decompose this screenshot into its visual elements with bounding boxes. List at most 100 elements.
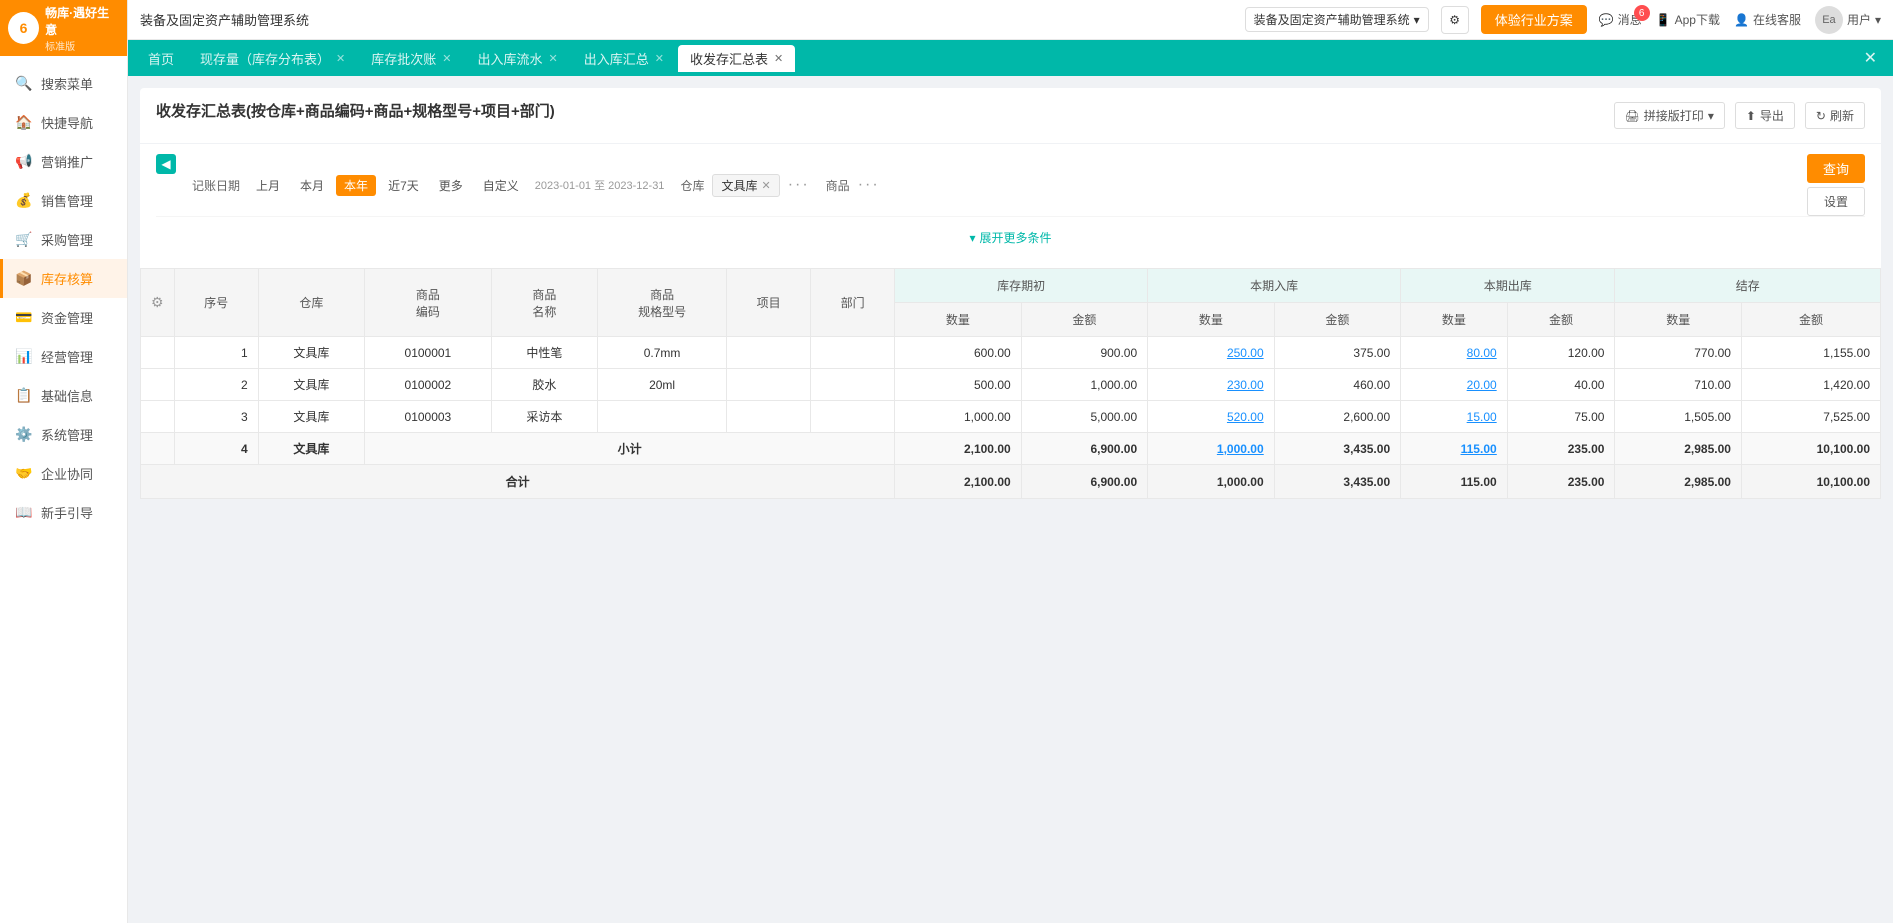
row-goods: 胶水 bbox=[491, 369, 598, 401]
print-btn[interactable]: 🖨 拼接版打印 ▾ bbox=[1614, 102, 1725, 129]
tab-inout-summary[interactable]: 出入库汇总✕ bbox=[572, 45, 676, 72]
total-label: 合计 bbox=[141, 465, 895, 499]
refresh-btn[interactable]: ↻ 刷新 bbox=[1805, 102, 1865, 129]
date-btn-7days[interactable]: 近7天 bbox=[380, 175, 427, 196]
date-filter: 记账日期 上月 本月 本年 近7天 更多 自定义 2023-01-01 至 20… bbox=[192, 175, 664, 196]
sidebar-item-system[interactable]: ⚙️系统管理 bbox=[0, 415, 127, 454]
sidebar-item-enterprise[interactable]: 🤝企业协同 bbox=[0, 454, 127, 493]
tab-close-icon[interactable]: ✕ bbox=[549, 52, 558, 65]
sidebar-item-search[interactable]: 🔍搜索菜单 bbox=[0, 64, 127, 103]
settings-button[interactable]: 设置 bbox=[1807, 187, 1865, 216]
row-in-qty[interactable]: 520.00 bbox=[1148, 401, 1274, 433]
total-out-qty: 115.00 bbox=[1401, 465, 1508, 499]
app-download-btn[interactable]: 📱 App下载 bbox=[1656, 11, 1720, 28]
date-range: 2023-01-01 至 2023-12-31 bbox=[535, 177, 665, 193]
col-group-out: 本期出库 bbox=[1401, 269, 1615, 303]
goods-more[interactable]: ··· bbox=[858, 176, 880, 194]
goods-label: 商品 bbox=[826, 177, 850, 194]
sidebar-item-inventory[interactable]: 📦库存核算 bbox=[0, 259, 127, 298]
messages-btn[interactable]: 💬 消息 6 bbox=[1599, 11, 1642, 28]
system-name: 装备及固定资产辅助管理系统 bbox=[140, 10, 1233, 29]
export-label: 导出 bbox=[1760, 107, 1784, 124]
settings-button[interactable]: ⚙ bbox=[1441, 6, 1469, 34]
row-in-amt: 460.00 bbox=[1274, 369, 1400, 401]
row-spec bbox=[598, 401, 727, 433]
chevron-down-icon: ▾ bbox=[1414, 13, 1420, 27]
table-col-settings[interactable]: ⚙ bbox=[141, 269, 175, 337]
online-service-btn[interactable]: 👤 在线客服 bbox=[1734, 11, 1801, 28]
tab-close-icon[interactable]: ✕ bbox=[655, 52, 664, 65]
row-out-qty[interactable]: 15.00 bbox=[1401, 401, 1508, 433]
sidebar-item-marketing[interactable]: 📢营销推广 bbox=[0, 142, 127, 181]
row-bal-amt: 1,420.00 bbox=[1741, 369, 1880, 401]
tab-close-icon[interactable]: ✕ bbox=[774, 52, 783, 65]
system-selector[interactable]: 装备及固定资产辅助管理系统 ▾ bbox=[1245, 7, 1429, 32]
subtotal-no: 4 bbox=[174, 433, 258, 465]
row-out-qty[interactable]: 20.00 bbox=[1401, 369, 1508, 401]
row-in-qty[interactable]: 230.00 bbox=[1148, 369, 1274, 401]
warehouse-tag-close[interactable]: ✕ bbox=[761, 179, 770, 192]
subtotal-label: 小计 bbox=[365, 433, 895, 465]
subtotal-in-qty[interactable]: 1,000.00 bbox=[1148, 433, 1274, 465]
sidebar-item-guide[interactable]: 📖 新手引导 bbox=[0, 493, 127, 532]
warehouse-more[interactable]: ··· bbox=[788, 176, 810, 194]
close-all-tabs[interactable]: ✕ bbox=[1856, 44, 1885, 72]
sidebar-item-purchase[interactable]: 🛒采购管理 bbox=[0, 220, 127, 259]
tab-stock-dist[interactable]: 现存量（库存分布表）✕ bbox=[188, 45, 357, 72]
col-code: 商品编码 bbox=[365, 269, 491, 337]
service-icon: 👤 bbox=[1734, 13, 1749, 27]
sidebar-item-quick-nav[interactable]: 🏠快捷导航 bbox=[0, 103, 127, 142]
row-spec: 0.7mm bbox=[598, 337, 727, 369]
sidebar-item-operation[interactable]: 📊经营管理 bbox=[0, 337, 127, 376]
total-bal-amt: 10,100.00 bbox=[1741, 465, 1880, 499]
date-btn-last-month[interactable]: 上月 bbox=[248, 175, 288, 196]
subtotal-open-amt: 6,900.00 bbox=[1021, 433, 1147, 465]
avatar-text: Ea bbox=[1822, 14, 1835, 26]
row-in-amt: 2,600.00 bbox=[1274, 401, 1400, 433]
filter-toggle[interactable]: ◀ bbox=[156, 154, 176, 174]
tab-close-icon[interactable]: ✕ bbox=[336, 52, 345, 65]
row-in-qty[interactable]: 250.00 bbox=[1148, 337, 1274, 369]
content-area: 收发存汇总表(按仓库+商品编码+商品+规格型号+项目+部门) 🖨 拼接版打印 ▾… bbox=[128, 76, 1893, 923]
date-btns: 上月 本月 本年 近7天 更多 自定义 bbox=[248, 175, 527, 196]
refresh-label: 刷新 bbox=[1830, 107, 1854, 124]
export-btn[interactable]: ⬆ 导出 bbox=[1735, 102, 1795, 129]
guide-icon: 📖 bbox=[15, 504, 33, 521]
col-in-qty: 数量 bbox=[1148, 303, 1274, 337]
warehouse-tag[interactable]: 文具库 ✕ bbox=[712, 174, 779, 197]
col-spec: 商品规格型号 bbox=[598, 269, 727, 337]
sidebar-item-finance[interactable]: 💳资金管理 bbox=[0, 298, 127, 337]
online-service-label: 在线客服 bbox=[1753, 11, 1801, 28]
date-btn-more[interactable]: 更多 bbox=[431, 175, 471, 196]
query-button[interactable]: 查询 bbox=[1807, 154, 1865, 183]
user-menu[interactable]: Ea 用户 ▾ bbox=[1815, 6, 1881, 34]
expand-filter-btn[interactable]: ▾ 展开更多条件 bbox=[172, 225, 1849, 250]
trial-btn[interactable]: 体验行业方案 bbox=[1481, 5, 1587, 34]
sidebar-logo: 6 畅库·遇好生意 标准版 bbox=[0, 0, 127, 56]
tab-home[interactable]: 首页 bbox=[136, 45, 186, 72]
export-icon: ⬆ bbox=[1746, 109, 1756, 123]
col-bal-qty: 数量 bbox=[1615, 303, 1741, 337]
page-header: 收发存汇总表(按仓库+商品编码+商品+规格型号+项目+部门) 🖨 拼接版打印 ▾… bbox=[140, 88, 1881, 143]
chevron-down-icon: ▾ bbox=[1875, 13, 1881, 27]
date-btn-custom[interactable]: 自定义 bbox=[475, 175, 527, 196]
tab-inout-flow[interactable]: 出入库流水✕ bbox=[465, 45, 569, 72]
phone-icon: 📱 bbox=[1656, 13, 1671, 27]
tab-receive-send[interactable]: 收发存汇总表✕ bbox=[678, 45, 795, 72]
col-group-bal: 结存 bbox=[1615, 269, 1881, 303]
tab-batch-ledger[interactable]: 库存批次账✕ bbox=[359, 45, 463, 72]
col-out-amt: 金额 bbox=[1507, 303, 1615, 337]
tab-close-icon[interactable]: ✕ bbox=[442, 52, 451, 65]
col-out-qty: 数量 bbox=[1401, 303, 1508, 337]
sidebar-item-basic-info[interactable]: 📋基础信息 bbox=[0, 376, 127, 415]
date-btn-this-year[interactable]: 本年 bbox=[336, 175, 376, 196]
subtotal-out-qty[interactable]: 115.00 bbox=[1401, 433, 1508, 465]
sidebar-item-sales[interactable]: 💰销售管理 bbox=[0, 181, 127, 220]
search-icon: 🔍 bbox=[15, 75, 33, 92]
system-icon: ⚙️ bbox=[15, 426, 33, 443]
date-btn-this-month[interactable]: 本月 bbox=[292, 175, 332, 196]
row-out-amt: 120.00 bbox=[1507, 337, 1615, 369]
row-out-qty[interactable]: 80.00 bbox=[1401, 337, 1508, 369]
subtotal-settings bbox=[141, 433, 175, 465]
sidebar-item-label: 新手引导 bbox=[41, 503, 93, 522]
